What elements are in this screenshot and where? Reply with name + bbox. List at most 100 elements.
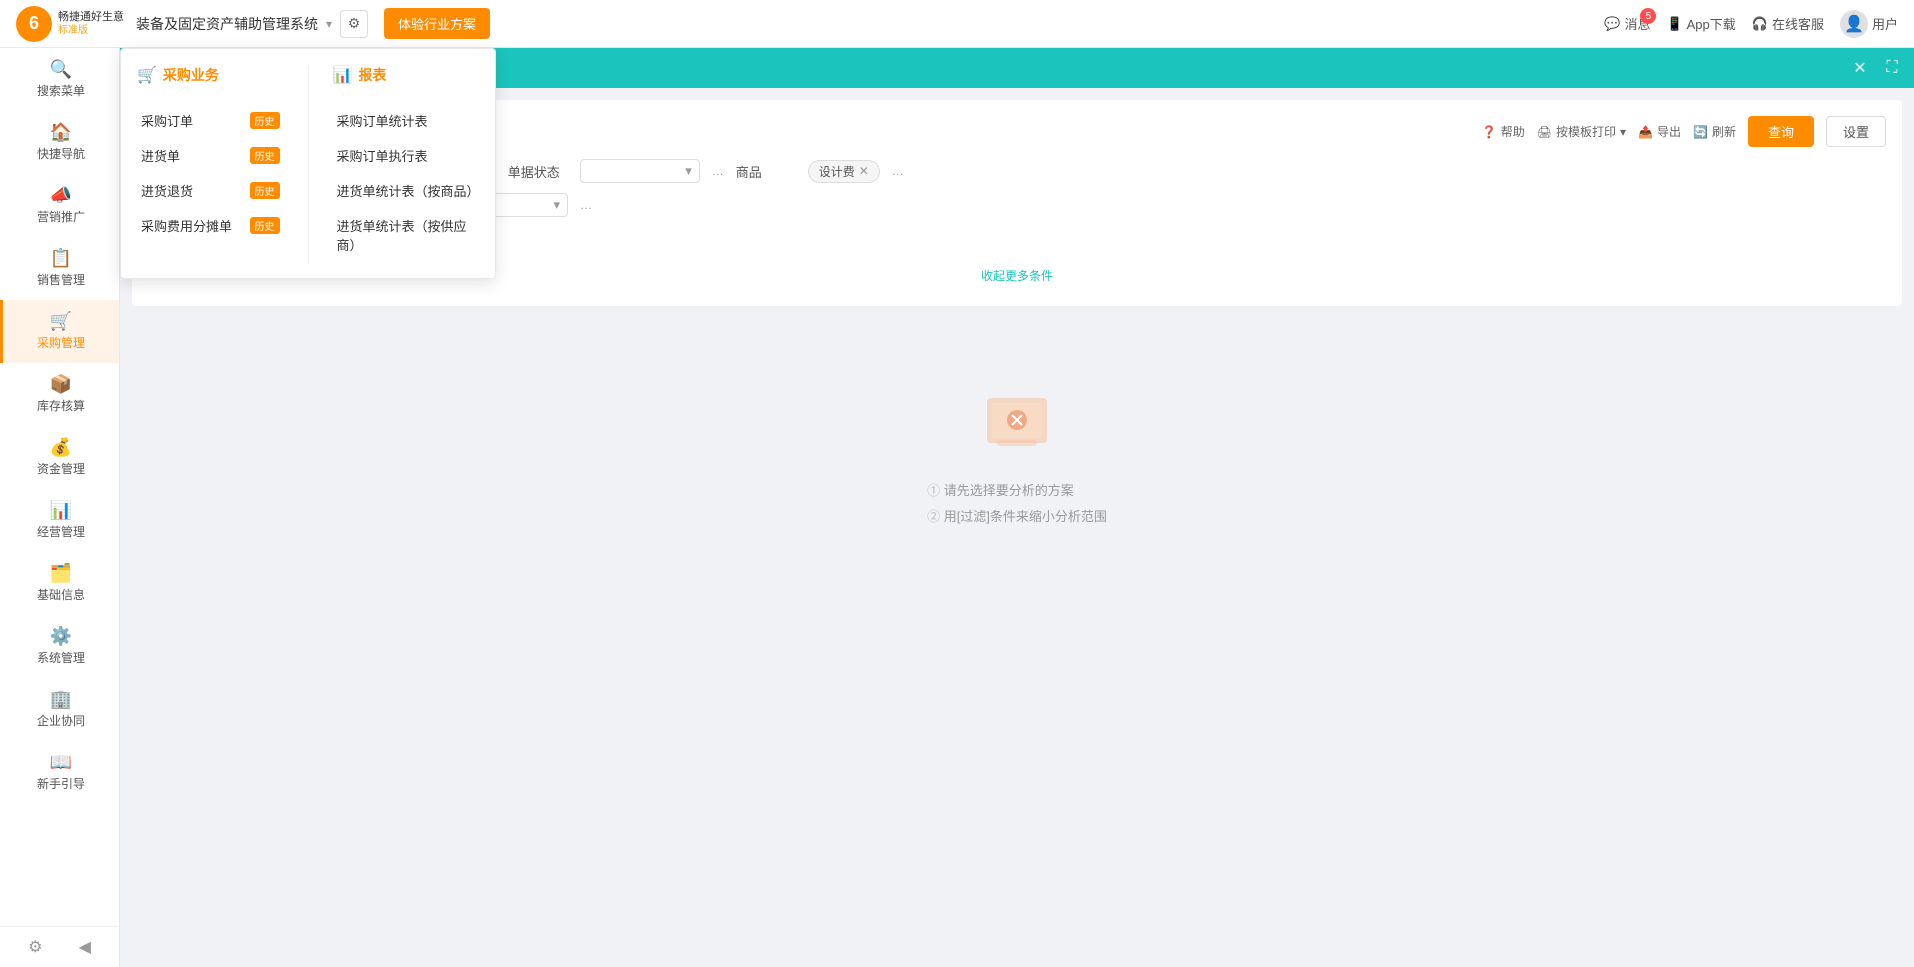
tab-close-window-btn[interactable]: ✕ [1846, 54, 1874, 82]
doc-status-select-wrap [580, 159, 700, 183]
history-badge-2: 历史 [250, 182, 280, 199]
sidebar-label-marketing: 营销推广 [37, 208, 85, 225]
export-btn[interactable]: 📤 导出 [1638, 123, 1681, 140]
message-btn[interactable]: 💬 消息 5 [1604, 14, 1650, 33]
purchase-icon: 🛒 [50, 312, 72, 330]
salesperson-more[interactable]: … [580, 198, 592, 212]
sidebar-item-enterprise[interactable]: 🏢 企业协同 [0, 678, 119, 741]
app-download-btn[interactable]: 📱 App下载 [1666, 14, 1735, 33]
online-service-btn[interactable]: 🎧 在线客服 [1752, 14, 1824, 33]
sidebar-item-inventory[interactable]: 📦 库存核算 [0, 363, 119, 426]
print-icon: 🖨 [1537, 125, 1552, 139]
sidebar-item-sales[interactable]: 📋 销售管理 [0, 237, 119, 300]
headset-icon: 🎧 [1752, 16, 1768, 32]
sidebar-label-purchase: 采购管理 [37, 334, 85, 351]
tab-maximize-btn[interactable]: ⛶ [1878, 54, 1906, 82]
goods-label: 商品 [736, 162, 796, 181]
doc-status-select[interactable] [580, 159, 700, 183]
message-badge: 5 [1640, 8, 1656, 24]
header-right: 💬 消息 5 📱 App下载 🎧 在线客服 👤 用户 [1604, 10, 1898, 38]
sidebar-label-sales: 销售管理 [37, 271, 85, 288]
search-icon: 🔍 [50, 60, 72, 78]
marketing-icon: 📣 [50, 186, 72, 204]
purchase-business-col: 🛒 采购业务 采购订单 历史 进货单 历史 进货退货 历史 采购费用分摊单 历史 [137, 65, 284, 262]
history-badge-1: 历史 [250, 147, 280, 164]
purchase-report-title: 📊 报表 [333, 65, 480, 91]
sidebar-label-enterprise: 企业协同 [37, 712, 85, 729]
history-badge-3: 历史 [250, 217, 280, 234]
tab-action-btns: ✕ ⛶ [1846, 54, 1914, 82]
refresh-icon: 🔄 [1693, 125, 1708, 139]
home-icon: 🏠 [50, 123, 72, 141]
purchase-report-col: 📊 报表 采购订单统计表 采购订单执行表 进货单统计表（按商品） 进货单统计表（… [333, 65, 480, 262]
user-btn[interactable]: 👤 用户 [1840, 10, 1898, 38]
purchase-order-stat-item[interactable]: 采购订单统计表 [333, 103, 480, 138]
export-icon: 📤 [1638, 125, 1653, 139]
purchase-business-title: 🛒 采购业务 [137, 65, 284, 91]
sidebar-item-guide[interactable]: 📖 新手引导 [0, 741, 119, 804]
purchase-order-exec-item[interactable]: 采购订单执行表 [333, 138, 480, 173]
doc-status-more[interactable]: … [712, 164, 724, 178]
avatar: 👤 [1840, 10, 1868, 38]
sidebar-item-search[interactable]: 🔍 搜索菜单 [0, 48, 119, 111]
guide-icon: 📖 [50, 753, 72, 771]
top-header: 6 畅捷通好生意 标准版 装备及固定资产辅助管理系统 ▾ ⚙ 体验行业方案 💬 … [0, 0, 1914, 48]
empty-illustration [967, 378, 1067, 458]
purchase-order-item[interactable]: 采购订单 历史 [137, 103, 284, 138]
gear-button[interactable]: ⚙ [340, 10, 368, 38]
operation-icon: 📊 [50, 501, 72, 519]
purchase-dropdown-menu: 🛒 采购业务 采购订单 历史 进货单 历史 进货退货 历史 采购费用分摊单 历史… [120, 48, 496, 279]
system-icon: ⚙️ [50, 627, 72, 645]
collapse-btn[interactable]: 收起更多条件 [981, 267, 1053, 284]
sidebar-label-guide: 新手引导 [37, 775, 85, 792]
sidebar-item-system[interactable]: ⚙️ 系统管理 [0, 615, 119, 678]
logo-area: 6 畅捷通好生意 标准版 [16, 6, 136, 42]
refresh-btn[interactable]: 🔄 刷新 [1693, 123, 1736, 140]
history-badge-0: 历史 [250, 112, 280, 129]
sidebar-label-quicknav: 快捷导航 [37, 145, 85, 162]
doc-status-label: 单据状态 [508, 162, 568, 181]
system-name-arrow-icon[interactable]: ▾ [326, 17, 332, 31]
return-goods-item[interactable]: 进货退货 历史 [137, 173, 284, 208]
sidebar-item-purchase[interactable]: 🛒 采购管理 [0, 300, 119, 363]
capital-icon: 💰 [50, 438, 72, 456]
system-name-area: 装备及固定资产辅助管理系统 ▾ ⚙ 体验行业方案 [136, 8, 1604, 39]
sidebar-item-capital[interactable]: 💰 资金管理 [0, 426, 119, 489]
message-icon: 💬 [1604, 16, 1620, 32]
empty-state: 请先选择要分析的方案 用[过滤]条件来缩小分析范围 [132, 318, 1902, 590]
settings-button[interactable]: 设置 [1826, 116, 1886, 147]
sidebar-label-search: 搜索菜单 [37, 82, 85, 99]
goods-more[interactable]: … [892, 164, 904, 178]
empty-tip-1: 请先选择要分析的方案 [927, 478, 1107, 504]
report-col-icon: 📊 [333, 65, 353, 85]
sidebar-item-quicknav[interactable]: 🏠 快捷导航 [0, 111, 119, 174]
sidebar-item-marketing[interactable]: 📣 营销推广 [0, 174, 119, 237]
incoming-stat-by-goods-item[interactable]: 进货单统计表（按商品） [333, 173, 480, 208]
menu-divider [308, 65, 309, 262]
incoming-stat-by-supplier-item[interactable]: 进货单统计表（按供应商） [333, 208, 480, 262]
help-btn[interactable]: ❓ 帮助 [1482, 123, 1525, 140]
industry-btn[interactable]: 体验行业方案 [384, 8, 490, 39]
query-button[interactable]: 查询 [1748, 116, 1814, 147]
sidebar-item-operation[interactable]: 📊 经营管理 [0, 489, 119, 552]
print-btn[interactable]: 🖨 按模板打印 ▾ [1537, 123, 1626, 140]
purchase-col-icon: 🛒 [137, 65, 157, 85]
goods-tag-close[interactable]: ✕ [859, 164, 869, 178]
sales-icon: 📋 [50, 249, 72, 267]
logo-icon: 6 [16, 6, 52, 42]
empty-tip-2: 用[过滤]条件来缩小分析范围 [927, 504, 1107, 530]
incoming-order-item[interactable]: 进货单 历史 [137, 138, 284, 173]
print-arrow-icon: ▾ [1620, 125, 1626, 139]
system-name-text: 装备及固定资产辅助管理系统 [136, 14, 318, 34]
logo-text: 畅捷通好生意 标准版 [58, 10, 124, 37]
sidebar-collapse-btn[interactable]: ◀ [79, 937, 91, 957]
sidebar-settings-btn[interactable]: ⚙ [28, 937, 42, 957]
sidebar-bottom: ⚙ ◀ [0, 926, 119, 967]
sidebar-label-operation: 经营管理 [37, 523, 85, 540]
sidebar-label-basic: 基础信息 [37, 586, 85, 603]
enterprise-icon: 🏢 [50, 690, 72, 708]
sidebar-item-basic[interactable]: 🗂️ 基础信息 [0, 552, 119, 615]
purchase-expense-item[interactable]: 采购费用分摊单 历史 [137, 208, 284, 243]
goods-tag: 设计费 ✕ [808, 160, 880, 183]
empty-tips: 请先选择要分析的方案 用[过滤]条件来缩小分析范围 [927, 478, 1107, 530]
